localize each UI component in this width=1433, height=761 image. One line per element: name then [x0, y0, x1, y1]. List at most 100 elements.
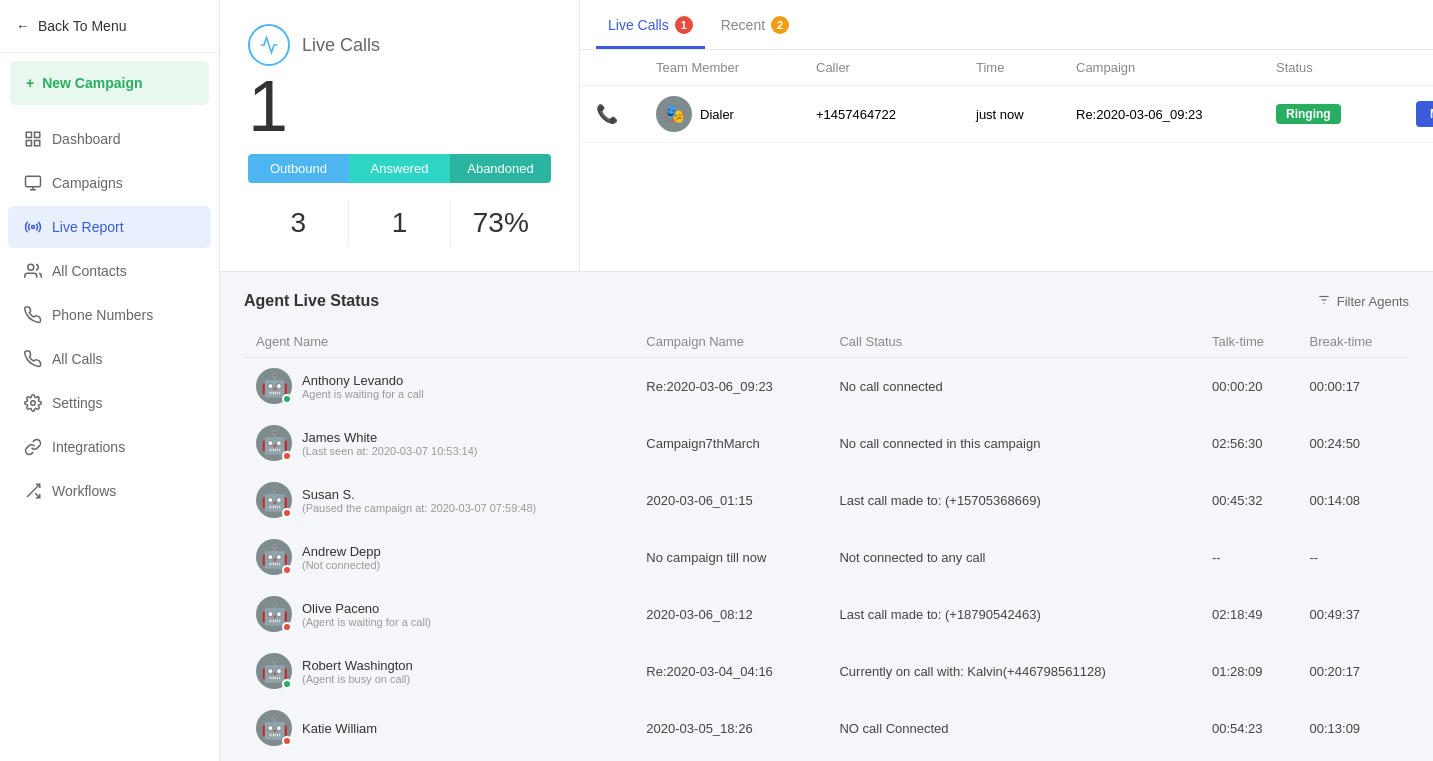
call-status-cell: Ringing — [1276, 104, 1416, 124]
sidebar-item-phone-numbers[interactable]: Phone Numbers — [8, 294, 211, 336]
col-time: Time — [976, 60, 1076, 75]
agent-avatar: 🤖 — [256, 482, 292, 518]
svg-point-6 — [28, 264, 34, 270]
col-team-member: Team Member — [656, 60, 816, 75]
tab-panel: Live Calls 1 Recent 2 Past 30 minutes Te… — [580, 0, 1433, 271]
team-member-name: Dialer — [700, 107, 734, 122]
agent-info: 🤖 James White (Last seen at: 2020-03-07 … — [256, 425, 622, 461]
agent-section-header: Agent Live Status Filter Agents — [244, 292, 1409, 310]
agent-avatar: 🤖 — [256, 596, 292, 632]
workflows-icon — [24, 482, 42, 500]
ringing-badge: Ringing — [1276, 104, 1341, 124]
tab-recent[interactable]: Recent 2 — [709, 0, 801, 49]
agent-info: 🤖 Katie William — [256, 710, 622, 746]
agent-talk-time: 00:54:23 — [1200, 700, 1298, 757]
monitor-cell: Monitor 🔊 — [1416, 101, 1433, 127]
new-campaign-label: New Campaign — [42, 75, 142, 91]
agent-campaign: Re:2020-03-06_09:23 — [634, 358, 827, 415]
agent-break-time: 00:14:08 — [1298, 472, 1410, 529]
sidebar-nav: Dashboard Campaigns Live Report All Cont… — [0, 113, 219, 517]
agent-name: Robert Washington — [302, 658, 413, 673]
agent-table-row: 🤖 Anthony Levando Agent is waiting for a… — [244, 358, 1409, 415]
live-calls-widget: Live Calls 1 Outbound Answered Abandoned… — [220, 0, 580, 271]
widget-stats: 3 1 73% — [248, 199, 551, 247]
sidebar-item-dashboard[interactable]: Dashboard — [8, 118, 211, 160]
sidebar-workflows-label: Workflows — [52, 483, 116, 499]
sidebar-live-report-label: Live Report — [52, 219, 124, 235]
abandoned-value: 73% — [451, 207, 551, 239]
sidebar-item-live-report[interactable]: Live Report — [8, 206, 211, 248]
widget-count: 1 — [248, 70, 551, 142]
svg-rect-2 — [26, 141, 31, 146]
sidebar-item-settings[interactable]: Settings — [8, 382, 211, 424]
plus-icon: + — [26, 75, 34, 91]
sidebar-item-campaigns[interactable]: Campaigns — [8, 162, 211, 204]
agent-sub: (Last seen at: 2020-03-07 10:53:14) — [302, 445, 478, 457]
svg-rect-3 — [35, 141, 40, 146]
agent-call-status: Last call made to: (+18790542463) — [827, 586, 1200, 643]
agent-sub: Agent is waiting for a call — [302, 388, 424, 400]
agent-table-row: 🤖 Katie William 2020-03-05_18:26 NO call… — [244, 700, 1409, 757]
sidebar-item-all-contacts[interactable]: All Contacts — [8, 250, 211, 292]
agent-talk-time: 02:56:30 — [1200, 415, 1298, 472]
pulse-icon — [248, 24, 290, 66]
agent-break-time: 00:49:37 — [1298, 586, 1410, 643]
agent-campaign: 2020-03-05_18:26 — [634, 700, 827, 757]
sidebar-settings-label: Settings — [52, 395, 103, 411]
new-campaign-button[interactable]: + New Campaign — [10, 61, 209, 105]
svg-rect-0 — [26, 132, 31, 137]
sidebar-campaigns-label: Campaigns — [52, 175, 123, 191]
back-arrow-icon: ← — [16, 18, 30, 34]
calls-table: Team Member Caller Time Campaign Status … — [580, 50, 1433, 143]
outbound-stat: 3 — [248, 199, 348, 247]
widget-header: Live Calls — [248, 24, 551, 66]
filter-agents-button[interactable]: Filter Agents — [1317, 293, 1409, 310]
agent-name-info: Robert Washington (Agent is busy on call… — [302, 658, 413, 685]
dialer-avatar: 🎭 — [656, 96, 692, 132]
dashboard-icon — [24, 130, 42, 148]
agent-table-row: 🤖 Susan S. (Paused the campaign at: 2020… — [244, 472, 1409, 529]
agent-name-info: Anthony Levando Agent is waiting for a c… — [302, 373, 424, 400]
abandoned-tab[interactable]: Abandoned — [450, 154, 551, 183]
sidebar-all-contacts-label: All Contacts — [52, 263, 127, 279]
agent-info: 🤖 Olive Paceno (Agent is waiting for a c… — [256, 596, 622, 632]
agent-call-status: NO call Connected — [827, 700, 1200, 757]
agent-name-cell: 🤖 James White (Last seen at: 2020-03-07 … — [244, 415, 634, 472]
monitor-button[interactable]: Monitor 🔊 — [1416, 101, 1433, 127]
table-row: 📞 🎭 Dialer +1457464722 just now Re:2020-… — [580, 86, 1433, 143]
sidebar-item-integrations[interactable]: Integrations — [8, 426, 211, 468]
agent-avatar: 🤖 — [256, 368, 292, 404]
filter-agents-label: Filter Agents — [1337, 294, 1409, 309]
outbound-tab[interactable]: Outbound — [248, 154, 349, 183]
agent-break-time: 00:00:17 — [1298, 358, 1410, 415]
col-break-time: Break-time — [1298, 326, 1410, 358]
abandoned-stat: 73% — [450, 199, 551, 247]
col-talk-time: Talk-time — [1200, 326, 1298, 358]
agent-table-header-row: Agent Name Campaign Name Call Status Tal… — [244, 326, 1409, 358]
sidebar-item-all-calls[interactable]: All Calls — [8, 338, 211, 380]
agent-avatar: 🤖 — [256, 710, 292, 746]
tab-bar: Live Calls 1 Recent 2 Past 30 minutes — [580, 0, 1433, 50]
agent-table-row: 🤖 Andrew Depp (Not connected) No campaig… — [244, 529, 1409, 586]
agent-name-cell: 🤖 Robert Washington (Agent is busy on ca… — [244, 643, 634, 700]
agent-info: 🤖 Susan S. (Paused the campaign at: 2020… — [256, 482, 622, 518]
call-time: just now — [976, 107, 1076, 122]
sidebar-item-workflows[interactable]: Workflows — [8, 470, 211, 512]
top-section: Live Calls 1 Outbound Answered Abandoned… — [220, 0, 1433, 272]
back-to-menu-button[interactable]: ← Back To Menu — [0, 0, 219, 53]
agent-name-info: Susan S. (Paused the campaign at: 2020-0… — [302, 487, 536, 514]
col-campaign-name: Campaign Name — [634, 326, 827, 358]
agent-talk-time: 00:00:20 — [1200, 358, 1298, 415]
tab-live-calls[interactable]: Live Calls 1 — [596, 0, 705, 49]
sidebar-all-calls-label: All Calls — [52, 351, 103, 367]
agent-name: Susan S. — [302, 487, 536, 502]
answered-tab[interactable]: Answered — [349, 154, 450, 183]
agent-name-info: Olive Paceno (Agent is waiting for a cal… — [302, 601, 431, 628]
svg-rect-4 — [26, 176, 41, 187]
agent-avatar: 🤖 — [256, 653, 292, 689]
answered-stat: 1 — [348, 199, 449, 247]
agent-break-time: -- — [1298, 529, 1410, 586]
campaigns-icon — [24, 174, 42, 192]
agent-name-info: Katie William — [302, 721, 377, 736]
agent-info: 🤖 Robert Washington (Agent is busy on ca… — [256, 653, 622, 689]
